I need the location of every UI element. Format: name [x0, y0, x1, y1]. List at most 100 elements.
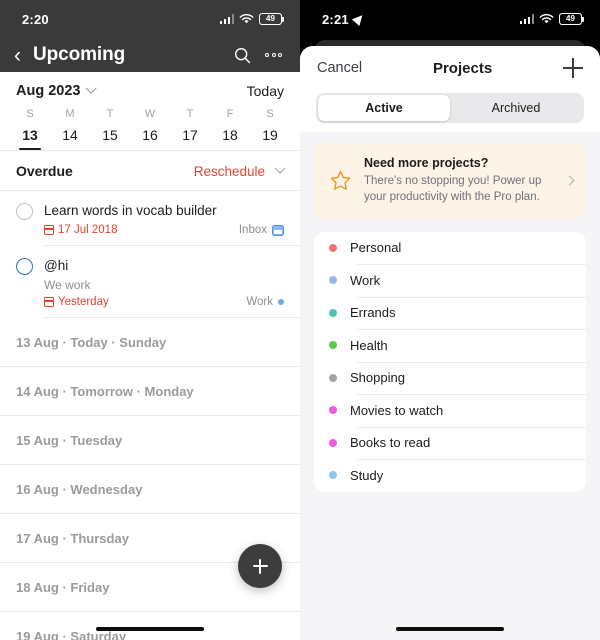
month-label: Aug 2023 — [16, 83, 81, 99]
day-number: 19 — [262, 127, 278, 143]
project-color-dot — [278, 299, 284, 306]
project-row[interactable]: Shopping — [314, 361, 586, 395]
day-of-week: S — [266, 108, 274, 120]
day-number: 18 — [222, 127, 238, 143]
more-options-icon[interactable] — [263, 53, 284, 57]
chevron-left-icon[interactable]: ‹ — [14, 45, 21, 66]
status-time: 2:21 — [322, 11, 349, 27]
battery-level: 49 — [266, 14, 275, 23]
day-of-week: W — [144, 108, 156, 120]
task-due-date: 17 Jul 2018 — [44, 224, 117, 236]
task-meta: Yesterday Work — [44, 296, 284, 308]
task-content: @hi We work Yesterday Work — [44, 257, 284, 308]
day-cell[interactable]: F 18 — [210, 108, 250, 150]
segmented-control-wrap: Active Archived — [300, 90, 600, 132]
add-project-button[interactable] — [563, 58, 583, 78]
project-name: Books to read — [350, 435, 431, 451]
status-bar-left: 2:20 49 — [0, 0, 300, 38]
promo-title: Need more projects? — [364, 156, 489, 170]
chevron-down-icon[interactable] — [274, 162, 286, 174]
task-row[interactable]: Learn words in vocab builder 17 Jul 2018… — [0, 191, 300, 245]
project-color-dot — [329, 276, 337, 285]
day-cell[interactable]: M 14 — [50, 108, 90, 150]
project-row[interactable]: Work — [314, 264, 586, 297]
month-selector[interactable]: Aug 2023 — [16, 82, 98, 99]
day-cell[interactable]: T 15 — [90, 108, 130, 150]
project-name: Personal — [350, 240, 402, 256]
month-bar: Aug 2023 Today — [0, 72, 300, 108]
wifi-icon — [539, 13, 554, 23]
project-row[interactable]: Health — [314, 329, 586, 362]
segmented-control: Active Archived — [316, 93, 584, 123]
task-project-tag: Inbox — [239, 224, 284, 236]
project-color-dot — [329, 438, 337, 447]
sheet-nav-bar: Cancel Projects — [300, 46, 600, 90]
status-time-group: 2:21 — [322, 11, 366, 27]
day-cell[interactable]: S 19 — [250, 108, 290, 150]
chevron-down-icon — [85, 82, 98, 94]
overdue-actions: Reschedule — [194, 162, 286, 179]
day-cell[interactable]: S 13 — [10, 108, 50, 150]
task-title: @hi — [44, 258, 69, 274]
project-row[interactable]: Movies to watch — [314, 394, 586, 427]
add-task-button[interactable] — [238, 544, 282, 588]
day-of-week: T — [106, 108, 114, 120]
status-bar-right: 2:21 49 — [300, 0, 600, 38]
project-name: Study — [350, 467, 384, 483]
calendar-icon — [44, 297, 54, 308]
day-cell[interactable]: W 16 — [130, 108, 170, 150]
chevron-right-icon — [564, 175, 575, 186]
project-color-dot — [329, 406, 337, 415]
project-color-dot — [329, 308, 337, 317]
promo-subtitle: There's no stopping you! Power up your p… — [364, 175, 542, 204]
promo-text: Need more projects? There's no stopping … — [364, 156, 554, 206]
day-number: 15 — [102, 127, 118, 143]
projects-sheet: Cancel Projects Active Archived Need mor… — [300, 46, 600, 640]
project-color-dot — [329, 341, 337, 350]
cancel-button[interactable]: Cancel — [317, 60, 362, 76]
project-row[interactable]: Books to read — [314, 426, 586, 460]
tab-archived[interactable]: Archived — [450, 95, 582, 121]
search-icon[interactable] — [234, 47, 251, 64]
day-number: 16 — [142, 127, 158, 143]
project-name: Health — [350, 337, 388, 353]
battery-icon: 49 — [559, 13, 584, 25]
projects-screen: 2:21 49 Cancel Projects Active Archived — [300, 0, 600, 640]
location-arrow-icon — [351, 11, 366, 27]
day-of-week: M — [65, 108, 75, 120]
task-title: Learn words in vocab builder — [44, 203, 217, 218]
overdue-header: Overdue Reschedule — [0, 151, 300, 190]
today-button[interactable]: Today — [247, 83, 284, 99]
task-checkbox[interactable] — [16, 203, 33, 220]
day-of-week: S — [26, 108, 34, 120]
cellular-bars-icon — [219, 14, 234, 24]
task-row[interactable]: @hi We work Yesterday Work — [0, 246, 300, 317]
date-section-header: 13 Aug · Today · Sunday — [16, 335, 167, 351]
overdue-label: Overdue — [16, 163, 73, 179]
home-indicator — [396, 626, 504, 631]
project-row[interactable]: Study — [314, 459, 586, 492]
project-name: Work — [350, 272, 381, 288]
project-color-dot — [329, 243, 337, 252]
inbox-icon — [272, 224, 284, 236]
pro-upsell-banner[interactable]: Need more projects? There's no stopping … — [314, 143, 586, 219]
task-checkbox[interactable] — [16, 258, 33, 276]
date-section-header: 15 Aug · Tuesday — [16, 433, 123, 449]
due-date-label: Yesterday — [58, 296, 109, 309]
project-name: Shopping — [350, 370, 405, 386]
tab-active[interactable]: Active — [318, 95, 450, 121]
project-row[interactable]: Errands — [314, 296, 586, 330]
day-cell[interactable]: T 17 — [170, 108, 210, 150]
task-due-date: Yesterday — [44, 296, 109, 308]
project-color-dot — [329, 373, 337, 382]
project-label: Inbox — [238, 224, 267, 237]
reschedule-button[interactable]: Reschedule — [194, 164, 265, 179]
day-number: 14 — [62, 127, 78, 143]
upcoming-screen: 2:20 49 ‹ Upcoming Aug 2023 Today S 13 M… — [0, 0, 300, 640]
day-number: 13 — [22, 127, 38, 143]
task-content: Learn words in vocab builder 17 Jul 2018… — [44, 202, 284, 236]
status-icons: 49 — [219, 13, 284, 25]
project-row[interactable]: Personal — [314, 232, 586, 265]
sheet-title: Projects — [432, 59, 493, 77]
date-section-header: 14 Aug · Tomorrow · Monday — [16, 384, 194, 400]
